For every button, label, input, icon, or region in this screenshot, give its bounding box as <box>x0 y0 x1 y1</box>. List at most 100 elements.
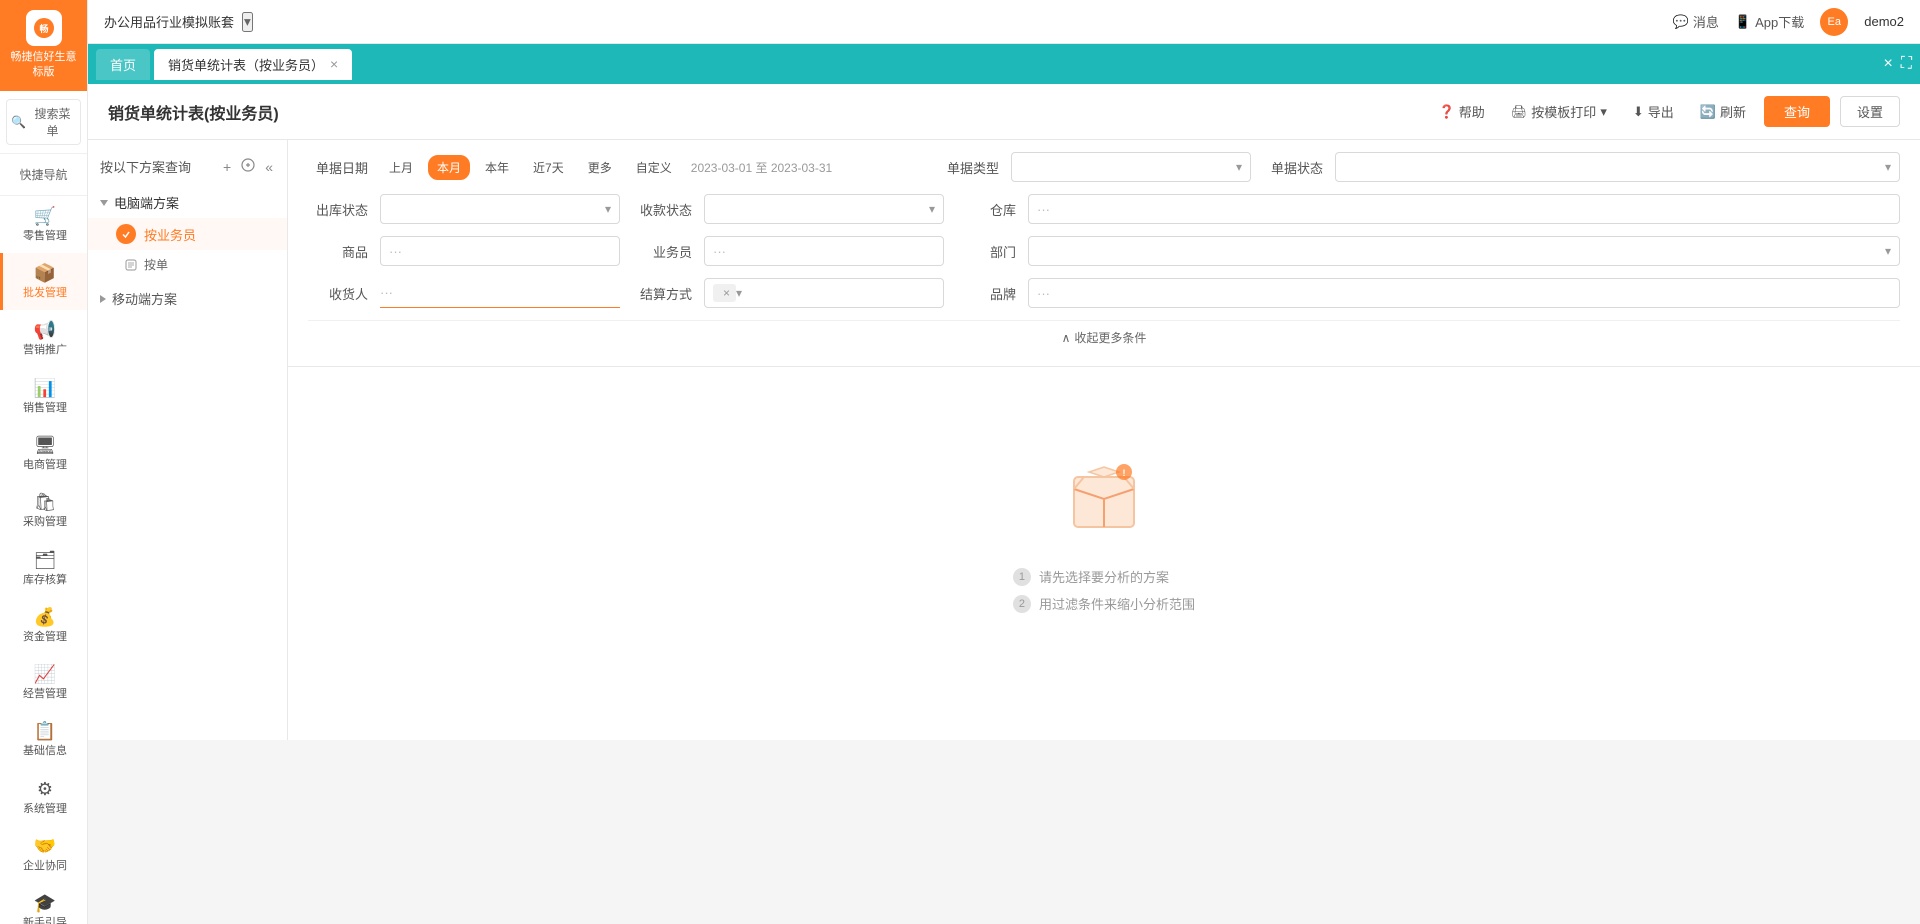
collapse-conditions-button[interactable]: ∧ 收起更多条件 <box>1062 329 1147 346</box>
date-more-btn[interactable]: 更多 <box>579 155 621 180</box>
retail-icon: 🛒 <box>34 206 56 227</box>
settlement-tag-close-btn[interactable]: × <box>723 286 730 300</box>
wholesale-icon: 📦 <box>34 263 56 284</box>
left-panel: 按以下方案查询 + « <box>88 140 288 740</box>
tab-home[interactable]: 首页 <box>96 49 150 80</box>
out-status-select[interactable]: ▾ <box>380 194 620 224</box>
tip-num-2: 2 <box>1013 595 1031 613</box>
message-button[interactable]: 💬 消息 <box>1673 12 1719 31</box>
search-menu-button[interactable]: 🔍 搜索菜单 <box>6 99 81 145</box>
settings-button[interactable]: 设置 <box>1840 96 1900 127</box>
consignee-label: 收货人 <box>308 284 368 303</box>
date-label: 单据日期 <box>308 158 368 177</box>
query-button[interactable]: 查询 <box>1764 96 1830 127</box>
date-this-month-btn[interactable]: 本月 <box>428 155 470 180</box>
export-button[interactable]: ⬇ 导出 <box>1625 98 1682 125</box>
filter-row-2: 出库状态 ▾ 收款状态 ▾ 仓库 ··· <box>308 194 1900 224</box>
consignee-dots: ··· <box>380 285 393 300</box>
phone-icon: 📱 <box>1735 14 1751 30</box>
tab-active-report[interactable]: 销货单统计表（按业务员） × <box>154 49 352 80</box>
print-label: 按模板打印 <box>1531 102 1596 121</box>
tab-close-icon[interactable]: × <box>330 56 338 72</box>
search-menu-label: 搜索菜单 <box>29 105 76 139</box>
refresh-label: 刷新 <box>1720 102 1746 121</box>
date-range-display: 2023-03-01 至 2023-03-31 <box>691 159 832 176</box>
sidebar-item-retail[interactable]: 🛒 零售管理 <box>0 196 87 253</box>
help-button[interactable]: ❓ 帮助 <box>1431 98 1493 125</box>
pc-scheme-header[interactable]: 电脑端方案 <box>88 187 287 218</box>
receipt-status-select[interactable]: ▾ <box>704 194 944 224</box>
purchase-icon: 🛍 <box>34 492 57 513</box>
quick-nav-button[interactable]: 快捷导航 <box>6 162 81 187</box>
refresh-button[interactable]: 🔄 刷新 <box>1692 98 1754 125</box>
svg-text:畅: 畅 <box>39 23 48 34</box>
doc-status-select[interactable]: ▾ <box>1335 152 1900 182</box>
dept-select[interactable]: ▾ <box>1028 236 1900 266</box>
warehouse-label: 仓库 <box>956 200 1016 219</box>
sidebar-item-ecommerce[interactable]: 🖥 电商管理 <box>0 425 87 482</box>
mobile-scheme-group[interactable]: 移动端方案 <box>88 283 287 314</box>
goods-select[interactable]: ··· <box>380 236 620 266</box>
mobile-group-expand-icon <box>100 295 106 303</box>
doc-type-select[interactable]: ▾ <box>1011 152 1251 182</box>
quick-nav-label: 快捷导航 <box>19 168 67 182</box>
left-panel-title: 按以下方案查询 <box>100 157 191 176</box>
date-custom-btn[interactable]: 自定义 <box>627 155 681 180</box>
close-window-icon[interactable]: × <box>1883 55 1892 73</box>
left-panel-header: 按以下方案查询 + « <box>88 150 287 183</box>
logo-icon: 畅 <box>26 10 62 46</box>
system-icon: ⚙ <box>37 779 53 800</box>
sidebar-item-sales[interactable]: 📊 销售管理 <box>0 368 87 425</box>
sidebar-item-operation[interactable]: 📈 经营管理 <box>0 654 87 711</box>
sidebar-item-enterprise[interactable]: 🤝 企业协同 <box>0 826 87 883</box>
settlement-tag: × <box>713 284 736 302</box>
print-button[interactable]: 🖨 按模板打印 ▾ <box>1503 98 1615 125</box>
empty-state: ! 1 请先选择要分析的方案 2 用过滤条件来缩小分析范围 <box>288 367 1920 693</box>
sidebar-item-newbie[interactable]: 🎓 新手引导 <box>0 883 87 924</box>
active-scheme-icon <box>116 224 136 244</box>
sidebar-item-sales-label: 销售管理 <box>23 401 67 415</box>
basic-icon: 📋 <box>34 721 56 742</box>
maximize-icon[interactable]: ⛶ <box>1901 55 1912 73</box>
logo-text: 畅捷信好生意 标版 <box>5 50 82 81</box>
header-dropdown-button[interactable]: ▾ <box>242 12 253 32</box>
sidebar-item-purchase[interactable]: 🛍 采购管理 <box>0 482 87 539</box>
warehouse-select[interactable]: ··· <box>1028 194 1900 224</box>
newbie-icon: 🎓 <box>34 893 56 914</box>
refresh-icon: 🔄 <box>1700 104 1716 120</box>
sidebar-item-system[interactable]: ⚙ 系统管理 <box>0 769 87 826</box>
sidebar-item-inventory[interactable]: 🗂 库存核算 <box>0 540 87 597</box>
finance-icon: 💰 <box>34 607 56 628</box>
collapse-bar: ∧ 收起更多条件 <box>308 320 1900 354</box>
salesman-select[interactable]: ··· <box>704 236 944 266</box>
active-scheme-label: 按业务员 <box>144 225 196 244</box>
avatar-label: Ea <box>1828 16 1841 28</box>
top-header-left: 办公用品行业模拟账套 ▾ <box>104 12 253 32</box>
filter-row-3: 商品 ··· 业务员 ··· 部门 ▾ <box>308 236 1900 266</box>
sidebar-item-marketing[interactable]: 📢 营销推广 <box>0 310 87 367</box>
print-icon: 🖨 <box>1511 104 1528 120</box>
sidebar-item-wholesale-label: 批发管理 <box>23 286 67 300</box>
page-content: 销货单统计表(按业务员) ❓ 帮助 🖨 按模板打印 ▾ ⬇ 导出 🔄 刷新 <box>88 84 1920 924</box>
app-download-button[interactable]: 📱 App下载 <box>1735 12 1804 31</box>
sidebar-item-newbie-label: 新手引导 <box>23 916 67 924</box>
scheme-sub-item-order[interactable]: 按单 <box>88 250 287 279</box>
page-title: 销货单统计表(按业务员) <box>108 100 279 124</box>
user-avatar[interactable]: Ea <box>1820 8 1848 36</box>
date-last-month-btn[interactable]: 上月 <box>380 155 422 180</box>
sidebar-item-ecommerce-label: 电商管理 <box>23 458 67 472</box>
brand-select[interactable]: ··· <box>1028 278 1900 308</box>
settlement-select[interactable]: × ▾ <box>704 278 944 308</box>
date-last7-btn[interactable]: 近7天 <box>524 155 573 180</box>
add-scheme-button[interactable]: + <box>221 157 233 177</box>
edit-scheme-button[interactable] <box>239 156 257 177</box>
help-icon: ❓ <box>1439 104 1455 120</box>
sidebar-item-wholesale[interactable]: 📦 批发管理 <box>0 253 87 310</box>
sidebar-item-basic[interactable]: 📋 基础信息 <box>0 711 87 768</box>
consignee-input[interactable]: ··· <box>380 278 620 308</box>
dept-arrow-icon: ▾ <box>1885 244 1891 258</box>
scheme-item-salesman[interactable]: 按业务员 <box>88 218 287 250</box>
date-this-year-btn[interactable]: 本年 <box>476 155 518 180</box>
sidebar-item-finance[interactable]: 💰 资金管理 <box>0 597 87 654</box>
collapse-panel-button[interactable]: « <box>263 157 275 177</box>
